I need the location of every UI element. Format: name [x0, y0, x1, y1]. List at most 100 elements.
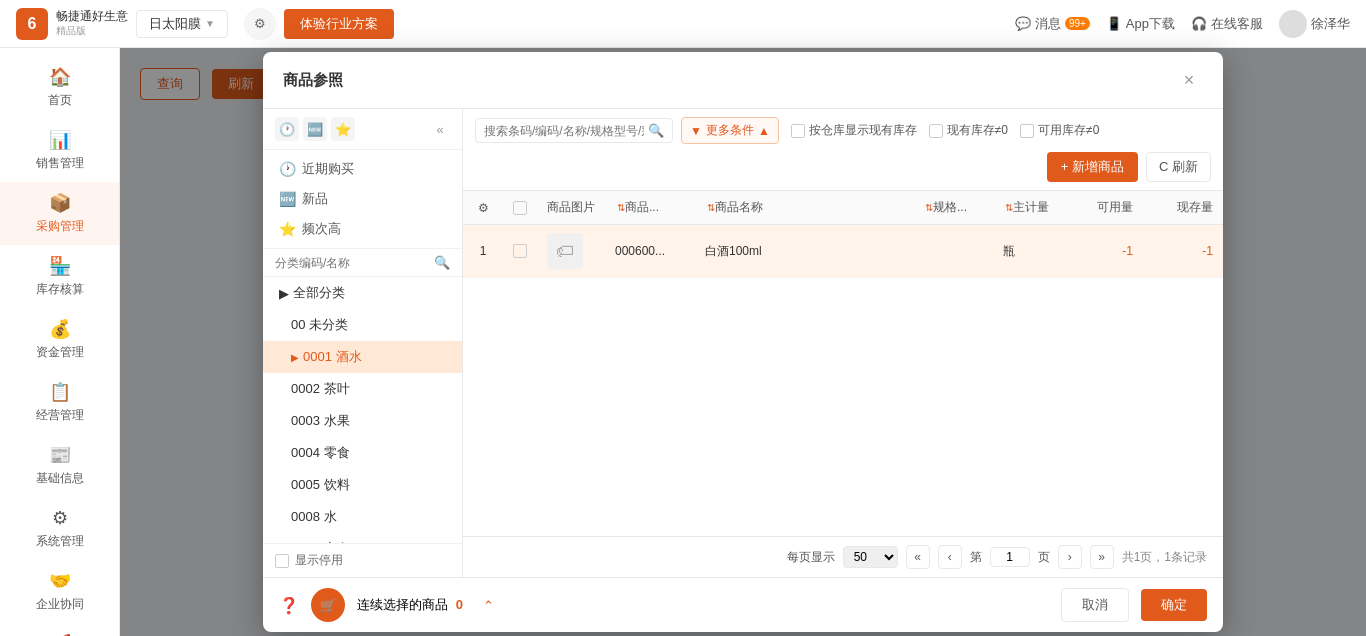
checkbox-stock-ne[interactable]: 现有库存≠0 [929, 122, 1008, 139]
table-all-checkbox[interactable] [513, 201, 527, 215]
toolbar-right: + 新增商品 C 刷新 [1047, 152, 1211, 182]
category-search-icon[interactable]: 🔍 [434, 255, 450, 270]
table-row[interactable]: 1 🏷 [463, 225, 1223, 278]
category-quick-recent[interactable]: 🕐 近期购买 [263, 154, 462, 184]
refresh-button[interactable]: C 刷新 [1146, 152, 1211, 182]
filter-button[interactable]: ▼ 更多条件 ▲ [681, 117, 779, 144]
inventory-icon: 🏪 [49, 255, 71, 277]
checkbox-avail-ne[interactable]: 可用库存≠0 [1020, 122, 1099, 139]
category-item-0010[interactable]: 0010 家电 [263, 533, 462, 543]
user-area[interactable]: 徐泽华 [1279, 10, 1350, 38]
main-layout: 🏠 首页 📊 销售管理 📦 采购管理 🏪 库存核算 💰 资金管理 📋 经营管理 … [0, 48, 1366, 636]
add-product-button[interactable]: + 新增商品 [1047, 152, 1138, 182]
category-all-label: 全部分类 [293, 284, 345, 302]
online-service-button[interactable]: 🎧 在线客服 [1191, 15, 1263, 33]
cancel-button[interactable]: 取消 [1061, 588, 1129, 622]
category-item-0004[interactable]: 0004 零食 [263, 437, 462, 469]
category-panel: 🕐 🆕 ⭐ « 🕐 近期购买 � [263, 109, 463, 577]
last-page-button[interactable]: » [1090, 545, 1114, 569]
next-page-button[interactable]: › [1058, 545, 1082, 569]
first-page-button[interactable]: « [906, 545, 930, 569]
category-item-0005[interactable]: 0005 饮料 [263, 469, 462, 501]
sidebar-purchase-label: 采购管理 [36, 218, 84, 235]
row-code: 000600... [605, 225, 695, 278]
row-name: 白酒100ml [695, 225, 913, 278]
category-all[interactable]: ▶ 全部分类 [263, 277, 462, 309]
page-size-select[interactable]: 50 100 200 [843, 546, 898, 568]
product-search-input[interactable] [484, 124, 644, 138]
sidebar-item-system[interactable]: ⚙ 系统管理 [0, 497, 119, 560]
show-disabled-label[interactable]: 显示停用 [275, 552, 450, 569]
category-search-input[interactable] [275, 256, 428, 270]
stock-ne-label: 现有库存≠0 [947, 122, 1008, 139]
row-checkbox-cell [503, 225, 537, 278]
sidebar-item-inventory[interactable]: 🏪 库存核算 [0, 245, 119, 308]
col-img-label: 商品图片 [547, 200, 595, 214]
checkbox-warehouse[interactable]: 按仓库显示现有库存 [791, 122, 917, 139]
sidebar-item-home[interactable]: 🏠 首页 [0, 56, 119, 119]
sort-icon-name[interactable]: ⇅ [707, 202, 715, 213]
category-0002-label: 0002 茶叶 [291, 380, 350, 398]
freq-label: 频次高 [302, 220, 341, 238]
settings-button[interactable]: ⚙ [244, 8, 276, 40]
selected-count: 0 [456, 597, 463, 612]
message-button[interactable]: 💬 消息 99+ [1015, 15, 1090, 33]
sidebar-item-sales[interactable]: 📊 销售管理 [0, 119, 119, 182]
product-modal: 商品参照 × 🕐 🆕 ⭐ « [263, 52, 1223, 632]
category-quick-freq[interactable]: ⭐ 频次高 [263, 214, 462, 244]
table-header-row: ⚙ 商品图片 [463, 191, 1223, 225]
show-disabled-checkbox[interactable] [275, 554, 289, 568]
avail-ne-label: 可用库存≠0 [1038, 122, 1099, 139]
warehouse-checkbox[interactable] [791, 124, 805, 138]
sidebar-item-basic[interactable]: 📰 基础信息 [0, 434, 119, 497]
footer-collapse-button[interactable]: ⌃ [483, 598, 494, 613]
confirm-button[interactable]: 确定 [1141, 589, 1207, 621]
brand-name: 畅捷通好生意 [56, 9, 128, 25]
sidebar-item-operations[interactable]: 📋 经营管理 [0, 371, 119, 434]
category-collapse-btn[interactable]: « [430, 119, 450, 139]
show-disabled-text: 显示停用 [295, 552, 343, 569]
category-item-0001[interactable]: ▶ 0001 酒水 [263, 341, 462, 373]
page-number-input[interactable] [990, 547, 1030, 567]
cart-icon: 🛒 [320, 598, 336, 613]
row-avail: -1 [1063, 225, 1143, 278]
cart-button[interactable]: 🛒 [311, 588, 345, 622]
stock-ne-checkbox[interactable] [929, 124, 943, 138]
avail-ne-checkbox[interactable] [1020, 124, 1034, 138]
category-item-0002[interactable]: 0002 茶叶 [263, 373, 462, 405]
col-header-code: ⇅商品... [605, 191, 695, 225]
prev-page-button[interactable]: ‹ [938, 545, 962, 569]
sidebar-item-purchase[interactable]: 📦 采购管理 [0, 182, 119, 245]
nav-selector-arrow: ▼ [205, 18, 215, 29]
sidebar-item-guide[interactable]: 🚀 新手引导 [0, 623, 119, 636]
category-item-0008[interactable]: 0008 水 [263, 501, 462, 533]
row-checkbox[interactable] [513, 244, 527, 258]
category-freq-btn[interactable]: ⭐ [331, 117, 355, 141]
category-list: ▶ 全部分类 00 未分类 ▶ 0001 酒水 0002 茶 [263, 277, 462, 543]
product-image: 🏷 [547, 233, 583, 269]
category-new-btn[interactable]: 🆕 [303, 117, 327, 141]
category-item-0003[interactable]: 0003 水果 [263, 405, 462, 437]
sort-icon-unit[interactable]: ⇅ [1005, 202, 1013, 213]
sidebar-item-enterprise[interactable]: 🤝 企业协同 [0, 560, 119, 623]
nav-selector[interactable]: 日太阳膜 ▼ [136, 10, 228, 38]
category-quick-new[interactable]: 🆕 新品 [263, 184, 462, 214]
category-header-icons: 🕐 🆕 ⭐ [275, 117, 355, 141]
nav-center: ⚙ 体验行业方案 [244, 8, 394, 40]
filter-checkboxes: 按仓库显示现有库存 现有库存≠0 可用库存≠0 [791, 122, 1100, 139]
sort-icon-spec[interactable]: ⇅ [925, 202, 933, 213]
product-table: ⚙ 商品图片 [463, 191, 1223, 536]
app-download-button[interactable]: 📱 App下载 [1106, 15, 1175, 33]
help-icon[interactable]: ❓ [279, 596, 299, 615]
category-recent-btn[interactable]: 🕐 [275, 117, 299, 141]
sort-icon-code[interactable]: ⇅ [617, 202, 625, 213]
product-search-icon[interactable]: 🔍 [648, 123, 664, 138]
row-stock: -1 [1143, 225, 1223, 278]
sidebar-item-finance[interactable]: 💰 资金管理 [0, 308, 119, 371]
experience-button[interactable]: 体验行业方案 [284, 9, 394, 39]
message-badge: 99+ [1065, 17, 1090, 30]
sidebar-operations-label: 经营管理 [36, 407, 84, 424]
table-settings-icon[interactable]: ⚙ [478, 201, 489, 215]
modal-close-button[interactable]: × [1175, 66, 1203, 94]
category-item-00[interactable]: 00 未分类 [263, 309, 462, 341]
